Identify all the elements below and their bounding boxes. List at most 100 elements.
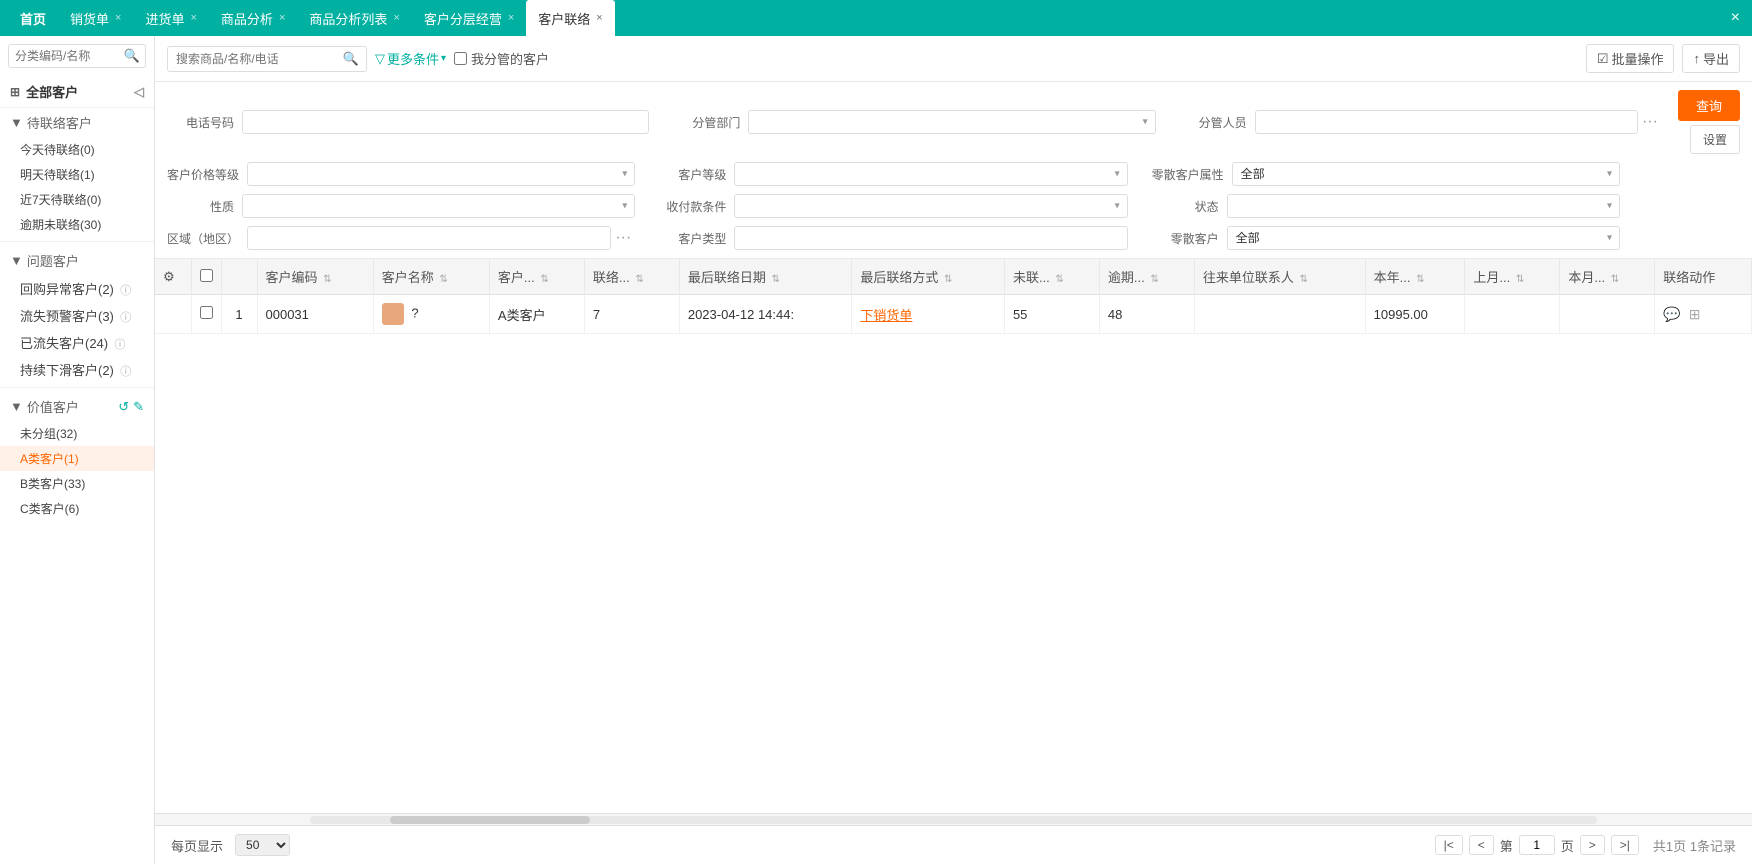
close-sales-tab[interactable]: × xyxy=(115,12,121,24)
th-last-contact-date-label: 最后联络日期 xyxy=(688,270,766,285)
region-input[interactable] xyxy=(247,226,611,250)
sidebar-item-today[interactable]: 今天待联络(0) xyxy=(0,137,154,162)
td-row-actions: 💬 ⊞ xyxy=(1655,295,1752,334)
close-goods-analysis-list-tab[interactable]: × xyxy=(393,12,399,24)
close-customer-contact-tab[interactable]: × xyxy=(596,12,602,24)
th-this-year-sort-icon[interactable]: ⇅ xyxy=(1416,274,1424,285)
settings-btn[interactable]: 设置 xyxy=(1690,125,1740,154)
person-more-btn[interactable]: ··· xyxy=(1638,113,1662,131)
select-all-checkbox[interactable] xyxy=(200,269,213,282)
horizontal-scrollbar[interactable] xyxy=(155,813,1752,825)
sidebar-item-tomorrow[interactable]: 明天待联络(1) xyxy=(0,162,154,187)
dept-select[interactable] xyxy=(748,110,1155,134)
section-value-arrow[interactable]: ▼ xyxy=(10,399,23,414)
th-last-contact-date: 最后联络日期 ⇅ xyxy=(679,259,852,295)
sidebar-item-class-a[interactable]: A类客户(1) xyxy=(0,446,154,471)
pagination-bar: 每页显示 50 100 200 |< < 第 页 > >| 共1页 1条记录 xyxy=(155,825,1752,864)
per-page-select[interactable]: 50 100 200 xyxy=(235,834,290,856)
batch-operation-btn[interactable]: ☑ 批量操作 xyxy=(1586,44,1675,73)
price-level-select[interactable] xyxy=(247,162,635,186)
filter-row-2: 客户价格等级 ▾ 客户等级 ▾ 零散客户属性 xyxy=(167,162,1740,186)
data-table: ⚙ 客户编码 ⇅ 客户名称 ⇅ xyxy=(155,259,1752,334)
chat-icon[interactable]: 💬 xyxy=(1663,306,1680,323)
sidebar-item-overdue[interactable]: 逾期未联络(30) xyxy=(0,212,154,237)
row-checkbox[interactable] xyxy=(200,306,213,319)
th-contact-sort-icon[interactable]: ⇅ xyxy=(635,274,643,285)
sidebar-item-ungrouped[interactable]: 未分组(32) xyxy=(0,421,154,446)
sidebar-item-declining[interactable]: 持续下滑客户(2) ⓘ xyxy=(0,356,154,383)
status-select[interactable] xyxy=(1227,194,1620,218)
sidebar-all-customers[interactable]: ⊞ 全部客户 ◁ xyxy=(0,76,154,108)
scrollbar-thumb[interactable] xyxy=(390,816,590,824)
section-value-customers: ▼ 价值客户 ↺ ✎ xyxy=(0,392,154,421)
td-name: ? xyxy=(373,295,489,334)
refresh-icon[interactable]: ↺ xyxy=(118,399,129,415)
section-pending-contact[interactable]: ▼ 待联络客户 xyxy=(0,108,154,137)
th-overdue-sort-icon[interactable]: ⇅ xyxy=(1150,274,1158,285)
tab-goods-analysis[interactable]: 商品分析 × xyxy=(209,0,297,36)
th-level-sort-icon[interactable]: ⇅ xyxy=(540,274,548,285)
th-this-month-sort-icon[interactable]: ⇅ xyxy=(1611,274,1619,285)
region-more-btn[interactable]: ··· xyxy=(611,229,635,247)
retail-customer-select[interactable]: 全部 xyxy=(1227,226,1620,250)
th-last-contact-date-sort-icon[interactable]: ⇅ xyxy=(771,274,779,285)
qr-icon[interactable]: ⊞ xyxy=(1689,306,1701,323)
price-level-select-wrap: ▾ xyxy=(247,162,635,186)
tab-customer-contact[interactable]: 客户联络 × xyxy=(526,0,614,36)
th-name-sort-icon[interactable]: ⇅ xyxy=(439,274,447,285)
customer-type-input[interactable] xyxy=(734,226,1127,250)
sidebar-item-class-b[interactable]: B类客户(33) xyxy=(0,471,154,496)
th-code-sort-icon[interactable]: ⇅ xyxy=(323,274,331,285)
sidebar-item-repurchase-abnormal[interactable]: 回购异常客户(2) ⓘ xyxy=(0,275,154,302)
close-all-tabs[interactable]: × xyxy=(1731,9,1740,27)
close-goods-analysis-tab[interactable]: × xyxy=(279,12,285,24)
customer-level-select[interactable] xyxy=(734,162,1127,186)
prev-page-btn[interactable]: < xyxy=(1469,835,1494,855)
my-customers-checkbox[interactable] xyxy=(454,52,467,65)
td-last-contact-method[interactable]: 下销货单 xyxy=(852,295,1005,334)
th-action-label: 联络动作 xyxy=(1663,270,1715,285)
gender-select[interactable] xyxy=(242,194,635,218)
person-input[interactable] xyxy=(1255,110,1638,134)
tab-purchase[interactable]: 进货单 × xyxy=(133,0,208,36)
th-unit-contacts-sort-icon[interactable]: ⇅ xyxy=(1300,274,1308,285)
filter-retail-customer: 零散客户 全部 ▾ xyxy=(1152,226,1620,250)
more-conditions-btn[interactable]: ▽ 更多条件 ▾ xyxy=(375,49,446,68)
next-page-btn[interactable]: > xyxy=(1580,835,1605,855)
last-page-btn[interactable]: >| xyxy=(1611,835,1639,855)
payment-select[interactable] xyxy=(734,194,1127,218)
info-icon-0: ⓘ xyxy=(120,285,131,297)
last-contact-method-link[interactable]: 下销货单 xyxy=(860,308,912,323)
th-last-month-sort-icon[interactable]: ⇅ xyxy=(1516,274,1524,285)
collapse-sidebar-icon[interactable]: ◁ xyxy=(134,84,144,100)
tab-home[interactable]: 首页 xyxy=(8,0,58,36)
retail-attr-select[interactable]: 全部 xyxy=(1232,162,1620,186)
th-last-contact-method-sort-icon[interactable]: ⇅ xyxy=(944,274,952,285)
tab-customer-tier[interactable]: 客户分层经营 × xyxy=(412,0,526,36)
current-page-input[interactable] xyxy=(1519,835,1555,855)
info-icon-1: ⓘ xyxy=(120,312,131,324)
sidebar: 🔍 ⊞ 全部客户 ◁ ▼ 待联络客户 今天待联络(0) 明天待联络(1) 近7天… xyxy=(0,36,155,864)
sidebar-item-7days[interactable]: 近7天待联络(0) xyxy=(0,187,154,212)
th-checkbox xyxy=(191,259,221,295)
search-input[interactable] xyxy=(167,46,367,72)
th-settings[interactable]: ⚙ xyxy=(155,259,191,295)
scrollbar-track xyxy=(310,816,1597,824)
th-not-contacted-sort-icon[interactable]: ⇅ xyxy=(1055,274,1063,285)
table-settings-icon[interactable]: ⚙ xyxy=(163,269,175,284)
page-label-suffix: 页 xyxy=(1561,836,1574,855)
edit-value-icon[interactable]: ✎ xyxy=(133,399,144,415)
tab-goods-analysis-list[interactable]: 商品分析列表 × xyxy=(297,0,411,36)
tab-sales[interactable]: 销货单 × xyxy=(58,0,133,36)
sidebar-item-churned[interactable]: 已流失客户(24) ⓘ xyxy=(0,329,154,356)
sidebar-item-class-c[interactable]: C类客户(6) xyxy=(0,496,154,521)
close-purchase-tab[interactable]: × xyxy=(190,12,196,24)
query-btn[interactable]: 查询 xyxy=(1678,90,1740,121)
first-page-btn[interactable]: |< xyxy=(1435,835,1463,855)
my-customers-checkbox-label[interactable]: 我分管的客户 xyxy=(454,49,549,68)
sidebar-item-churn-warning[interactable]: 流失预警客户(3) ⓘ xyxy=(0,302,154,329)
section-problem-customers[interactable]: ▼ 问题客户 xyxy=(0,246,154,275)
close-customer-tier-tab[interactable]: × xyxy=(508,12,514,24)
export-btn[interactable]: ↑ 导出 xyxy=(1682,44,1740,73)
phone-input[interactable] xyxy=(242,110,649,134)
